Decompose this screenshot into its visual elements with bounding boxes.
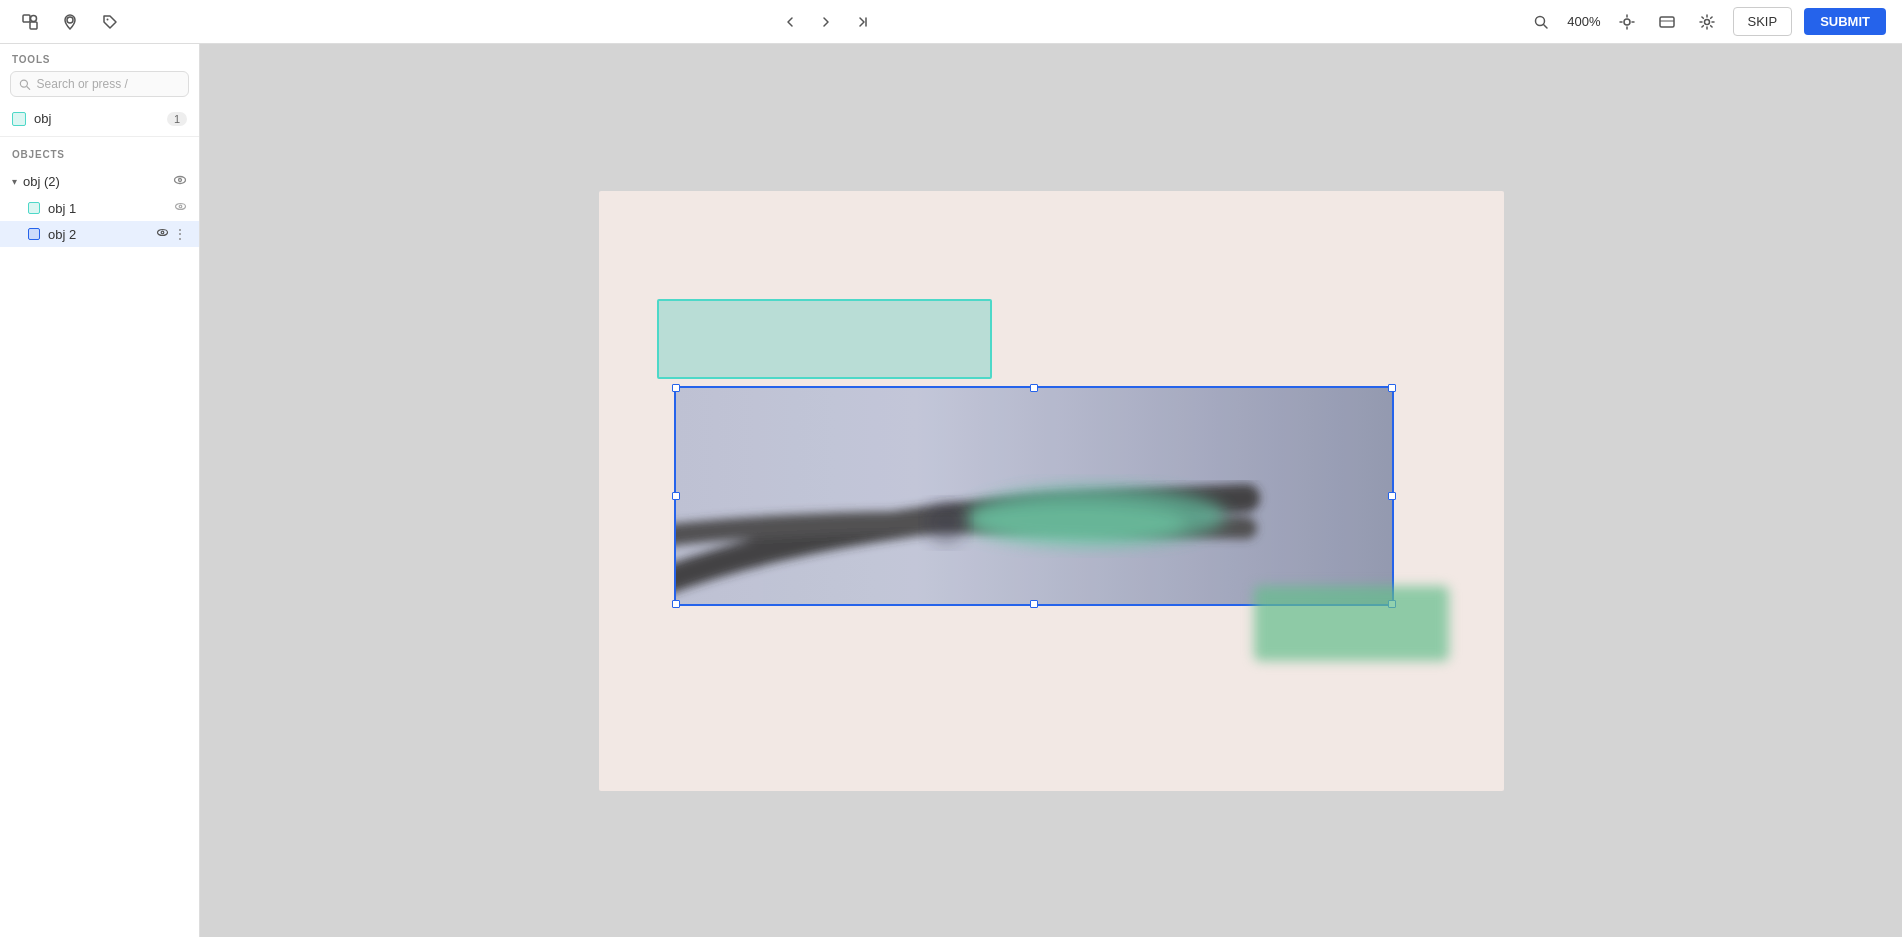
- search-box[interactable]: [10, 71, 189, 97]
- handle-ml[interactable]: [672, 492, 680, 500]
- object-item-1[interactable]: obj 1: [0, 195, 199, 221]
- view-icon-btn[interactable]: [1653, 8, 1681, 36]
- scissors-visual: [676, 388, 1392, 604]
- obj2-color-box: [28, 228, 40, 240]
- search-icon: [19, 78, 31, 91]
- next-btn[interactable]: [812, 8, 840, 36]
- tool-name: obj: [34, 111, 51, 126]
- tool-count: 1: [167, 112, 187, 126]
- svg-rect-0: [23, 15, 30, 22]
- submit-button[interactable]: SUBMIT: [1804, 8, 1886, 35]
- more-icon-obj2[interactable]: ⋮: [173, 226, 187, 242]
- handle-tm[interactable]: [1030, 384, 1038, 392]
- toolbar-center: [776, 8, 876, 36]
- obj2-annotation[interactable]: [674, 386, 1394, 606]
- group-left: ▾ obj (2): [12, 174, 60, 189]
- left-sidebar: TOOLS obj 1 OBJECTS ▾ obj (2): [0, 44, 200, 937]
- toolbar-right: 400% SKIP SUBMIT: [1527, 7, 1886, 36]
- green-blob: [1254, 586, 1449, 661]
- canvas-container: [599, 191, 1504, 791]
- svg-point-21: [161, 231, 164, 234]
- zoom-level: 400%: [1567, 14, 1600, 29]
- svg-point-20: [158, 230, 168, 236]
- obj2-name: obj 2: [48, 227, 76, 242]
- svg-point-14: [1704, 19, 1709, 24]
- tools-label: TOOLS: [0, 44, 199, 71]
- canvas-area[interactable]: [200, 44, 1902, 937]
- handle-bm[interactable]: [1030, 600, 1038, 608]
- svg-point-4: [107, 18, 109, 20]
- obj1-left: obj 1: [28, 201, 76, 216]
- obj1-color-box: [28, 202, 40, 214]
- svg-rect-12: [1660, 17, 1674, 27]
- search-input[interactable]: [37, 77, 180, 91]
- obj1-actions: [174, 200, 187, 216]
- tool-color-box: [12, 112, 26, 126]
- object-item-2[interactable]: obj 2 ⋮: [0, 221, 199, 247]
- location-icon-btn[interactable]: [56, 8, 84, 36]
- obj1-annotation[interactable]: [657, 299, 992, 379]
- tag-icon-btn[interactable]: [96, 8, 124, 36]
- handle-mr[interactable]: [1388, 492, 1396, 500]
- prev-btn[interactable]: [776, 8, 804, 36]
- main-area: TOOLS obj 1 OBJECTS ▾ obj (2): [0, 44, 1902, 937]
- divider-1: [0, 136, 199, 137]
- shapes-icon-btn[interactable]: [16, 8, 44, 36]
- scissors-svg: [676, 388, 1392, 604]
- brightness-icon-btn[interactable]: [1613, 8, 1641, 36]
- objects-label: OBJECTS: [0, 141, 199, 164]
- svg-point-17: [179, 179, 182, 182]
- handle-bl[interactable]: [672, 600, 680, 608]
- group-name: obj (2): [23, 174, 60, 189]
- chevron-down-icon: ▾: [12, 176, 17, 187]
- svg-point-15: [20, 80, 27, 87]
- last-btn[interactable]: [848, 8, 876, 36]
- obj2-actions: ⋮: [156, 226, 187, 242]
- eye-icon-obj2[interactable]: [156, 226, 169, 242]
- skip-button[interactable]: SKIP: [1733, 7, 1793, 36]
- eye-icon-obj1[interactable]: [174, 200, 187, 216]
- handle-tr[interactable]: [1388, 384, 1396, 392]
- object-group-header[interactable]: ▾ obj (2): [0, 168, 199, 195]
- svg-point-24: [966, 501, 1186, 545]
- object-group: ▾ obj (2) obj 1: [0, 164, 199, 251]
- svg-point-2: [31, 15, 37, 21]
- top-toolbar: 400% SKIP SUBMIT: [0, 0, 1902, 44]
- settings-icon-btn[interactable]: [1693, 8, 1721, 36]
- svg-point-18: [176, 204, 186, 210]
- svg-point-19: [179, 205, 182, 208]
- svg-point-7: [1624, 19, 1630, 25]
- obj2-left: obj 2: [28, 227, 76, 242]
- obj1-name: obj 1: [48, 201, 76, 216]
- svg-rect-1: [30, 22, 37, 29]
- svg-point-25: [926, 503, 966, 543]
- tool-item-obj[interactable]: obj 1: [0, 105, 199, 132]
- svg-point-16: [175, 177, 186, 184]
- handle-tl[interactable]: [672, 384, 680, 392]
- eye-icon-group[interactable]: [173, 173, 187, 190]
- svg-point-3: [67, 17, 73, 23]
- tool-item-left: obj: [12, 111, 51, 126]
- toolbar-left: [16, 8, 124, 36]
- zoom-icon-btn[interactable]: [1527, 8, 1555, 36]
